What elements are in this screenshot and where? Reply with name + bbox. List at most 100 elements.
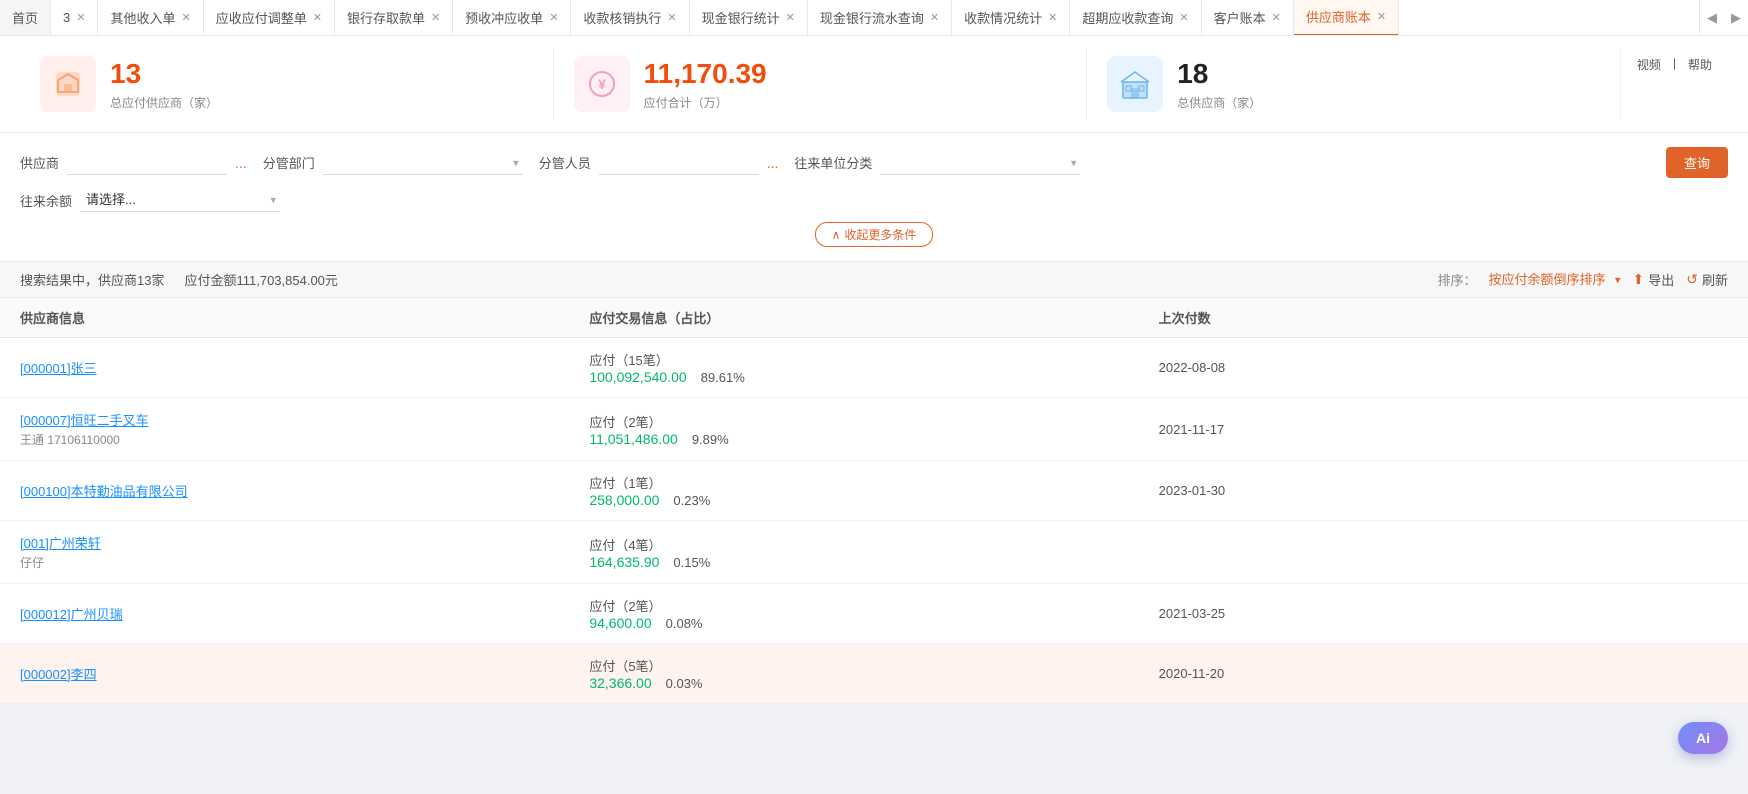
person-dots-btn[interactable]: ...	[767, 155, 779, 171]
tx-pct-000002: 0.03%	[666, 676, 703, 691]
tx-label-000007: 应付（2笔）	[589, 412, 1158, 431]
last-pay-000001: 2022-08-08	[1159, 360, 1226, 375]
nav-item-cash-bank-flow[interactable]: 现金银行流水查询 ✕	[808, 0, 952, 36]
dept-label: 分管部门	[263, 153, 315, 172]
header-supplier-info: 供应商信息	[20, 308, 589, 327]
close-icon-payment-write-off[interactable]: ✕	[667, 11, 676, 24]
nav-item-ar-ap-adjust[interactable]: 应收应付调整单 ✕	[204, 0, 335, 36]
summary-card-total-suppliers: 18 总供应商（家）	[1087, 48, 1621, 120]
nav-arrows: ◀ ▶	[1699, 0, 1748, 36]
money-icon: ¥	[574, 56, 630, 112]
nav-label-customer-book: 客户账本	[1214, 8, 1266, 27]
nav-item-payment-write-off[interactable]: 收款核销执行 ✕	[571, 0, 689, 36]
close-icon-cash-bank-stat[interactable]: ✕	[786, 11, 795, 24]
last-pay-000002: 2020-11-20	[1159, 666, 1225, 681]
payable-suppliers-label: 总应付供应商（家）	[110, 94, 218, 111]
collapse-icon: ∧	[832, 228, 841, 242]
supplier-link-000007[interactable]: [000007]恒旺二手叉车	[20, 413, 149, 428]
summary-info-payable-suppliers: 13 总应付供应商（家）	[110, 57, 218, 112]
category-select[interactable]	[880, 151, 1080, 175]
collapse-button[interactable]: ∧ 收起更多条件	[815, 222, 934, 247]
close-icon-customer-book[interactable]: ✕	[1272, 11, 1281, 24]
tx-pct-000100: 0.23%	[673, 493, 710, 508]
tx-amount-001[interactable]: 164,635.90	[589, 554, 659, 570]
person-input[interactable]	[599, 151, 759, 175]
close-icon-overdue-ar[interactable]: ✕	[1179, 11, 1188, 24]
video-link[interactable]: 视频	[1637, 56, 1661, 73]
supplier-link-000001[interactable]: [000001]张三	[20, 361, 97, 376]
help-link[interactable]: 帮助	[1688, 56, 1712, 73]
result-bar: 搜索结果中，供应商13家 应付金额111,703,854.00元 排序： 按应付…	[0, 262, 1748, 298]
export-icon: ⬆	[1633, 271, 1645, 288]
nav-label-bank-deposit: 银行存取款单	[347, 8, 425, 27]
table-header: 供应商信息 应付交易信息（占比） 上次付数	[0, 298, 1748, 338]
supplier-link-001[interactable]: [001]广州荣轩	[20, 536, 101, 551]
supplier-input[interactable]	[67, 151, 227, 175]
close-icon-tab3[interactable]: ✕	[76, 11, 85, 24]
close-icon-bank-deposit[interactable]: ✕	[431, 11, 440, 24]
close-icon-prepay-ar[interactable]: ✕	[549, 11, 558, 24]
last-pay-000100: 2023-01-30	[1159, 483, 1226, 498]
nav-item-cash-bank-stat[interactable]: 现金银行统计 ✕	[690, 0, 808, 36]
tx-pct-000001: 89.61%	[701, 370, 745, 385]
last-pay-cell-000001: 2022-08-08	[1159, 360, 1728, 375]
close-icon-other-income[interactable]: ✕	[181, 11, 190, 24]
nav-item-bank-deposit[interactable]: 银行存取款单 ✕	[335, 0, 453, 36]
tx-amount-000100[interactable]: 258,000.00	[589, 492, 659, 508]
nav-next-arrow[interactable]: ▶	[1724, 0, 1748, 36]
tx-pct-001: 0.15%	[673, 555, 710, 570]
nav-item-prepay-ar[interactable]: 预收冲应收单 ✕	[453, 0, 571, 36]
nav-label-ar-ap-adjust: 应收应付调整单	[216, 8, 307, 27]
summary-links: 视频 | 帮助	[1621, 48, 1728, 120]
close-icon-cash-bank-flow[interactable]: ✕	[930, 11, 939, 24]
nav-item-home[interactable]: 首页	[0, 0, 51, 36]
tx-pct-000007: 9.89%	[692, 432, 729, 447]
tx-cell-000012: 应付（2笔） 94,600.00 0.08%	[589, 596, 1158, 631]
supplier-link-000100[interactable]: [000100]本特勤油品有限公司	[20, 484, 188, 499]
search-button[interactable]: 查询	[1666, 147, 1728, 178]
export-button[interactable]: ⬆ 导出	[1633, 270, 1675, 289]
refresh-button[interactable]: ↺ 刷新	[1686, 270, 1728, 289]
tx-label-000012: 应付（2笔）	[589, 596, 1158, 615]
close-icon-supplier-book[interactable]: ✕	[1377, 10, 1386, 23]
dept-select[interactable]	[323, 151, 523, 175]
last-pay-000007: 2021-11-17	[1159, 422, 1225, 437]
summary-info-total-suppliers: 18 总供应商（家）	[1177, 57, 1261, 112]
supplier-icon	[40, 56, 96, 112]
payable-total-value: 11,170.39	[644, 57, 767, 91]
tx-amount-000012[interactable]: 94,600.00	[589, 615, 651, 631]
supplier-link-000002[interactable]: [000002]李四	[20, 667, 97, 682]
close-icon-payment-stat[interactable]: ✕	[1048, 11, 1057, 24]
nav-label-tab3: 3	[63, 10, 70, 25]
last-pay-cell-000007: 2021-11-17	[1159, 422, 1728, 437]
supplier-link-000012[interactable]: [000012]广州贝瑞	[20, 607, 123, 622]
table-row: [000007]恒旺二手叉车 王通 17106110000 应付（2笔） 11,…	[0, 398, 1748, 461]
person-label: 分管人员	[539, 153, 591, 172]
supplier-dots-btn[interactable]: ...	[235, 155, 247, 171]
last-pay-cell-000012: 2021-03-25	[1159, 606, 1728, 621]
nav-item-overdue-ar[interactable]: 超期应收款查询 ✕	[1070, 0, 1201, 36]
nav-prev-arrow[interactable]: ◀	[1700, 0, 1724, 36]
close-icon-ar-ap-adjust[interactable]: ✕	[313, 11, 322, 24]
svg-text:¥: ¥	[598, 76, 606, 92]
sort-select[interactable]: 按应付余额倒序排序	[1489, 272, 1621, 287]
supplier-table: 供应商信息 应付交易信息（占比） 上次付数 [000001]张三 应付（15笔）…	[0, 298, 1748, 704]
tx-amount-000002[interactable]: 32,366.00	[589, 675, 651, 691]
sort-area: 排序： 按应付余额倒序排序 ⬆ 导出 ↺ 刷新	[1437, 270, 1728, 289]
tx-amount-000001[interactable]: 100,092,540.00	[589, 369, 686, 385]
nav-item-customer-book[interactable]: 客户账本 ✕	[1202, 0, 1294, 36]
filter-supplier: 供应商 ...	[20, 151, 247, 175]
header-last-pay: 上次付数	[1159, 308, 1728, 327]
balance-select[interactable]: 请选择...	[80, 188, 280, 212]
tx-amount-000007[interactable]: 11,051,486.00	[589, 431, 678, 447]
tx-cell-001: 应付（4笔） 164,635.90 0.15%	[589, 535, 1158, 570]
top-navigation: 首页 3 ✕ 其他收入单 ✕ 应收应付调整单 ✕ 银行存取款单 ✕ 预收冲应收单…	[0, 0, 1748, 36]
nav-item-supplier-book[interactable]: 供应商账本 ✕	[1294, 0, 1399, 36]
nav-item-payment-stat[interactable]: 收款情况统计 ✕	[952, 0, 1070, 36]
ai-button[interactable]: Ai	[1678, 722, 1728, 754]
nav-item-tab3[interactable]: 3 ✕	[51, 0, 98, 36]
supplier-cell-000002: [000002]李四	[20, 664, 589, 683]
nav-item-other-income[interactable]: 其他收入单 ✕	[98, 0, 203, 36]
nav-label-other-income: 其他收入单	[110, 8, 175, 27]
filter-row-2: 往来余额 请选择...	[20, 188, 1728, 212]
